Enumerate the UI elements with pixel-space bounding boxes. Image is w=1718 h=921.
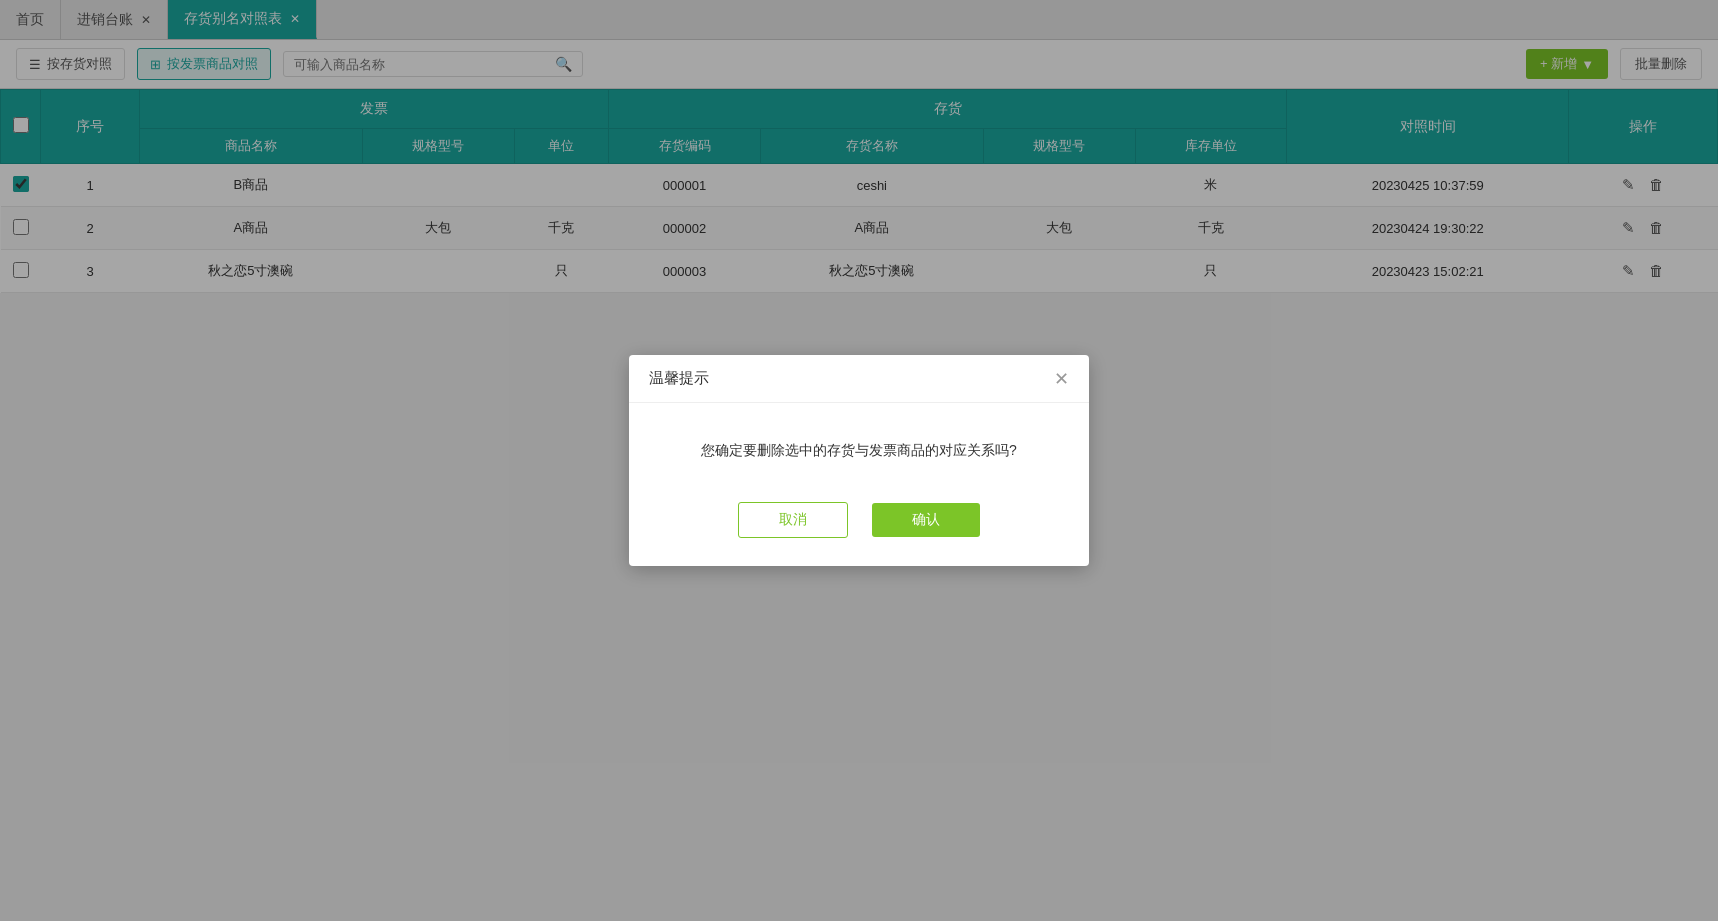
dialog-overlay: 温馨提示 ✕ 您确定要删除选中的存货与发票商品的对应关系吗? 取消 确认 bbox=[0, 0, 1718, 293]
